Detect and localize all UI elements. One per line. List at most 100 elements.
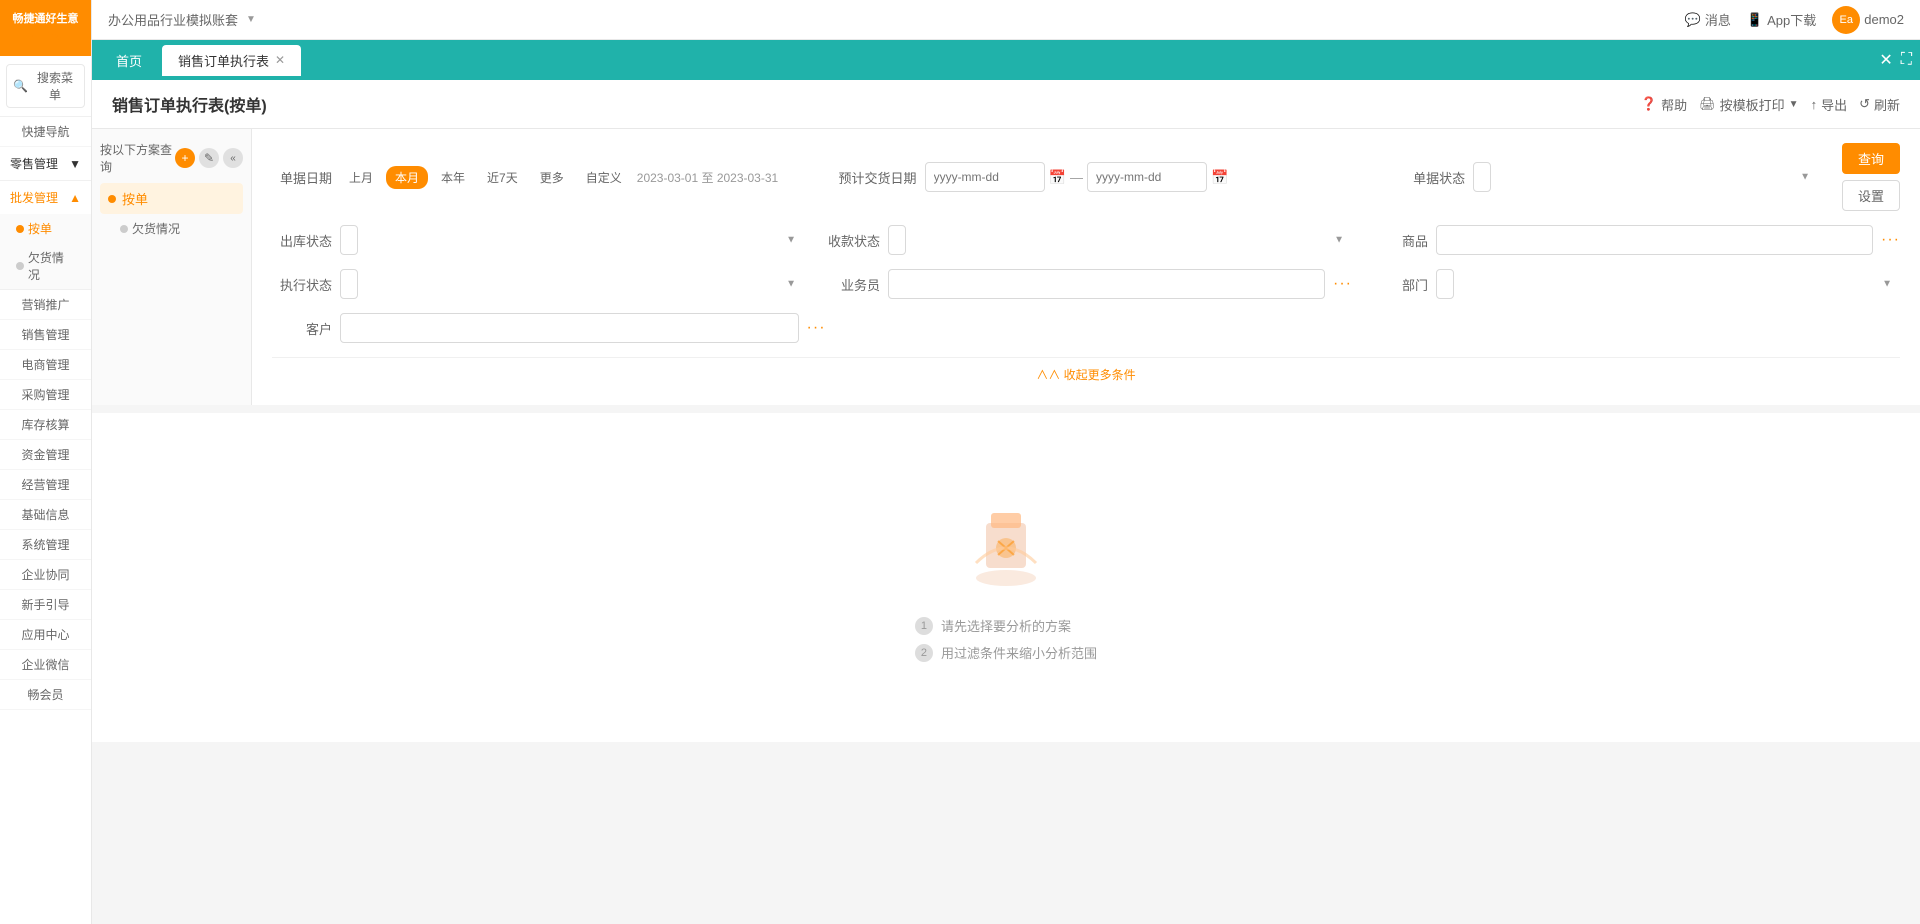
filter-row-3: 执行状态 业务员 ··· 部门 <box>272 269 1900 299</box>
search-button[interactable]: 查询 <box>1842 143 1900 174</box>
refresh-button[interactable]: ↺ 刷新 <box>1859 95 1900 114</box>
sidebar-item-fund[interactable]: 资金管理 <box>0 440 91 470</box>
tabbar: 首页 销售订单执行表 ✕ ✕ ⛶ <box>92 40 1920 80</box>
search-buttons: 查询 设置 <box>1842 143 1900 211</box>
settings-button[interactable]: 设置 <box>1842 180 1900 211</box>
search-menu-label: 搜索菜单 <box>32 69 78 103</box>
salesperson-input[interactable] <box>888 269 1325 299</box>
fullscreen-icon[interactable]: ⛶ <box>1901 51 1912 69</box>
chevron-up-icon: ▲ <box>69 191 81 205</box>
account-dropdown[interactable]: ▼ <box>246 14 256 25</box>
doc-status-select[interactable] <box>1473 162 1491 192</box>
sidebar-item-purchase[interactable]: 采购管理 <box>0 380 91 410</box>
tab-sales-order-exec[interactable]: 销售订单执行表 ✕ <box>162 45 301 76</box>
expected-date-label: 预计交货日期 <box>839 168 917 187</box>
exec-status-select[interactable] <box>340 269 358 299</box>
filter-item-goods: 商品 ··· <box>1368 225 1900 255</box>
page-header-actions: ❓ 帮助 🖨 按模板打印 ▼ ↑ 导出 ↺ 刷新 <box>1641 95 1900 114</box>
page-title: 销售订单执行表(按单) <box>112 92 267 116</box>
date-tab-custom[interactable]: 自定义 <box>577 166 631 189</box>
goods-input[interactable] <box>1436 225 1873 255</box>
expected-date-range: 📅 — 📅 <box>925 162 1390 192</box>
logo: 畅捷通好生意 标准版 <box>0 0 91 56</box>
date-tab-7days[interactable]: 近7天 <box>478 166 527 189</box>
salesperson-label: 业务员 <box>820 275 880 294</box>
sidebar-item-sales-mgmt[interactable]: 销售管理 <box>0 320 91 350</box>
scheme-item-arrears[interactable]: 欠货情况 <box>100 216 243 241</box>
payment-status-select[interactable] <box>888 225 906 255</box>
filter-row-4: 客户 ··· <box>272 313 1900 343</box>
date-tab-this-month[interactable]: 本月 <box>386 166 428 189</box>
logo-subtitle: 标准版 <box>29 28 62 44</box>
tip-num-2: 2 <box>915 644 933 662</box>
sidebar-item-enterprise-wechat[interactable]: 企业微信 <box>0 650 91 680</box>
sidebar-item-app-center[interactable]: 应用中心 <box>0 620 91 650</box>
tab-close-icon[interactable]: ✕ <box>275 53 285 67</box>
expected-date-to[interactable] <box>1087 162 1207 192</box>
customer-more-icon[interactable]: ··· <box>807 319 826 337</box>
scheme-item-orders[interactable]: 按单 <box>100 183 243 214</box>
collapse-label: 收起更多条件 <box>1064 368 1136 382</box>
help-button[interactable]: ❓ 帮助 <box>1641 95 1687 114</box>
sidebar-item-marketing[interactable]: 营销推广 <box>0 290 91 320</box>
sidebar-submenu-wholesale: 按单 欠货情况 <box>0 214 91 289</box>
refresh-icon: ↺ <box>1859 96 1870 112</box>
empty-illustration <box>956 493 1056 596</box>
sidebar-item-quick-nav[interactable]: 快捷导航 <box>0 117 91 147</box>
filter-item-customer: 客户 ··· <box>272 313 826 343</box>
filter-item-expected-date: 预计交货日期 📅 — 📅 <box>839 162 1390 192</box>
sidebar-item-new-user[interactable]: 新手引导 <box>0 590 91 620</box>
filter-item-department: 部门 <box>1368 269 1900 299</box>
message-icon: 💬 <box>1685 12 1701 28</box>
template-print-button[interactable]: 🖨 按模板打印 ▼ <box>1699 95 1798 114</box>
doc-status-label: 单据状态 <box>1405 168 1465 187</box>
date-tab-this-year[interactable]: 本年 <box>432 166 474 189</box>
sidebar-item-ecommerce[interactable]: 电商管理 <box>0 350 91 380</box>
salesperson-more-icon[interactable]: ··· <box>1333 275 1352 293</box>
customer-input[interactable] <box>340 313 799 343</box>
sidebar-item-basic-info[interactable]: 基础信息 <box>0 500 91 530</box>
avatar: Ea <box>1832 6 1860 34</box>
sidebar-item-operation[interactable]: 经营管理 <box>0 470 91 500</box>
search-icon: 🔍 <box>13 79 28 93</box>
tab-home[interactable]: 首页 <box>100 45 158 76</box>
close-all-icon[interactable]: ✕ <box>1879 50 1892 70</box>
edit-scheme-button[interactable]: ✎ <box>199 148 219 168</box>
sidebar-item-enterprise-collab[interactable]: 企业协同 <box>0 560 91 590</box>
sidebar-submenu-item-orders[interactable]: 按单 <box>0 214 91 243</box>
goods-more-icon[interactable]: ··· <box>1881 231 1900 249</box>
user-menu[interactable]: Ea demo2 <box>1832 6 1904 34</box>
app-download-button[interactable]: 📱 App下载 <box>1747 10 1816 29</box>
sidebar-item-member[interactable]: 畅会员 <box>0 680 91 710</box>
filter-form: 单据日期 上月 本月 本年 近7天 更多 自定义 2023-03-01 至 20… <box>252 129 1920 405</box>
sidebar-search-area: 🔍 搜索菜单 <box>0 56 91 117</box>
sidebar-group-retail: 零售管理 ▼ <box>0 147 91 181</box>
main-area: 办公用品行业模拟账套 ▼ 💬 消息 📱 App下载 Ea demo2 <box>92 0 1920 924</box>
export-button[interactable]: ↑ 导出 <box>1811 95 1848 114</box>
date-tab-last-month[interactable]: 上月 <box>340 166 382 189</box>
sidebar-item-retail-mgmt[interactable]: 零售管理 ▼ <box>0 147 91 180</box>
filter-item-payment-status: 收款状态 <box>820 225 1352 255</box>
sidebar-submenu-item-arrears[interactable]: 欠货情况 <box>0 243 91 289</box>
collapse-filter-bar[interactable]: ∧∧ 收起更多条件 <box>272 357 1900 391</box>
topbar-right: 💬 消息 📱 App下载 Ea demo2 <box>1685 6 1904 34</box>
sidebar: 畅捷通好生意 标准版 🔍 搜索菜单 快捷导航 零售管理 ▼ 批发管理 ▲ <box>0 0 92 924</box>
date-tabs: 上月 本月 本年 近7天 更多 自定义 <box>340 166 631 189</box>
sidebar-item-system[interactable]: 系统管理 <box>0 530 91 560</box>
add-scheme-button[interactable]: + <box>175 148 195 168</box>
department-select[interactable] <box>1436 269 1454 299</box>
search-menu-button[interactable]: 🔍 搜索菜单 <box>6 64 85 108</box>
outbound-status-select[interactable] <box>340 225 358 255</box>
page-header: 销售订单执行表(按单) ❓ 帮助 🖨 按模板打印 ▼ ↑ 导出 ↺ 刷新 <box>92 80 1920 129</box>
message-button[interactable]: 💬 消息 <box>1685 10 1731 29</box>
empty-state: 1 请先选择要分析的方案 2 用过滤条件来缩小分析范围 <box>92 413 1920 742</box>
sidebar-item-inventory[interactable]: 库存核算 <box>0 410 91 440</box>
expected-date-from[interactable] <box>925 162 1045 192</box>
customer-label: 客户 <box>272 319 332 338</box>
filter-sidebar: 按以下方案查询 + ✎ « 按单 欠货情况 <box>92 129 252 405</box>
doc-status-select-wrapper <box>1473 162 1818 192</box>
empty-tip-2: 2 用过滤条件来缩小分析范围 <box>915 643 1097 662</box>
sidebar-item-wholesale-mgmt[interactable]: 批发管理 ▲ <box>0 181 91 214</box>
date-tab-more[interactable]: 更多 <box>531 166 573 189</box>
collapse-sidebar-button[interactable]: « <box>223 148 243 168</box>
